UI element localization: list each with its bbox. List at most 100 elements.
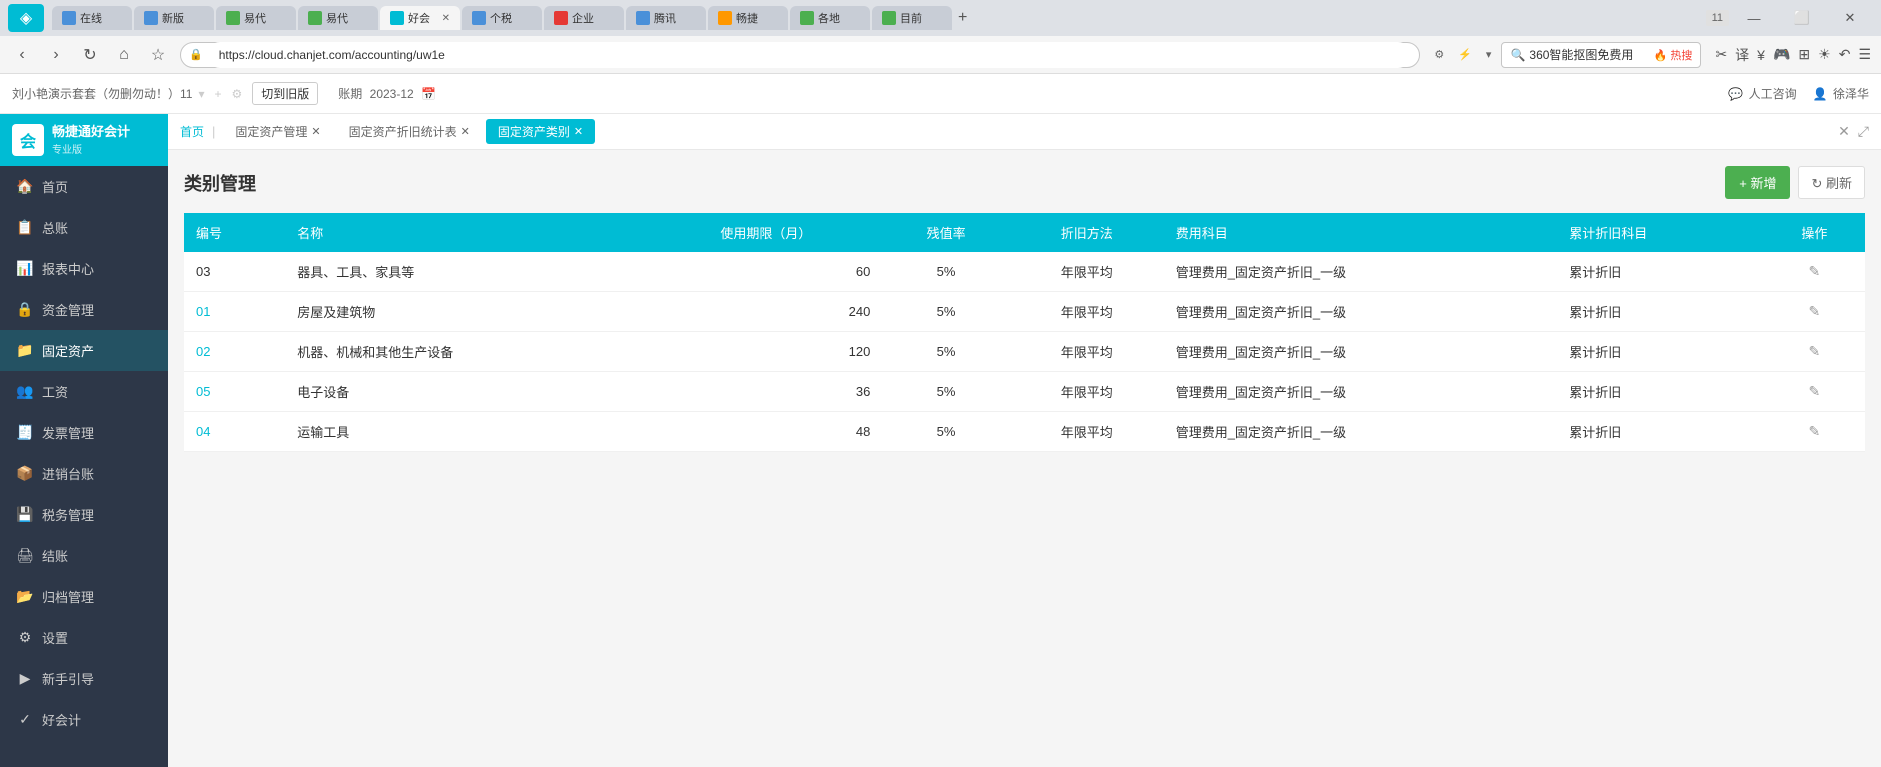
cell-name: 器具、工具、家具等	[285, 252, 649, 292]
sidebar-item-ledger[interactable]: 📋 总账	[0, 207, 168, 248]
cell-period: 120	[650, 332, 883, 372]
maximize-button[interactable]: ⬜	[1779, 0, 1825, 36]
game-icon[interactable]: 🎮	[1773, 46, 1790, 63]
cell-method: 年限平均	[1010, 252, 1164, 292]
tab-close-icon[interactable]: ✕	[461, 125, 470, 138]
reload-button[interactable]: ↻	[78, 45, 102, 65]
breadcrumb-home[interactable]: 首页	[180, 123, 204, 140]
translate-icon[interactable]: 译	[1735, 45, 1749, 65]
cell-action[interactable]: ✎	[1764, 252, 1865, 292]
tab-close-icon[interactable]: ✕	[442, 13, 450, 24]
tab-close-icon[interactable]: ✕	[311, 125, 320, 138]
back-button[interactable]: ‹	[10, 46, 34, 64]
ledger-icon: 📋	[16, 219, 34, 237]
code-link[interactable]: 04	[196, 424, 210, 439]
cell-action[interactable]: ✎	[1764, 332, 1865, 372]
forward-button[interactable]: ›	[44, 46, 68, 64]
cell-residual: 5%	[882, 292, 1010, 332]
consult-button[interactable]: 💬 人工咨询	[1728, 85, 1796, 102]
tax-icon: 💾	[16, 506, 34, 524]
tab-assets-cat[interactable]: 固定资产类别 ✕	[486, 119, 595, 144]
tab-close-icon[interactable]: ✕	[574, 125, 583, 138]
col-residual: 残值率	[882, 213, 1010, 252]
sidebar-item-settings[interactable]: ⚙ 设置	[0, 617, 168, 658]
cell-expense: 管理费用_固定资产折旧_一级	[1164, 252, 1558, 292]
menu-icon[interactable]: ☰	[1858, 46, 1871, 63]
tab-assets-dep[interactable]: 固定资产折旧统计表 ✕	[337, 119, 482, 144]
expand-icon[interactable]: ⤢	[1858, 123, 1869, 140]
undo-icon[interactable]: ↶	[1839, 46, 1851, 63]
calendar-icon[interactable]: 📅	[421, 87, 436, 101]
brightness-icon[interactable]: ☀	[1818, 46, 1831, 63]
tab-assets-mgmt[interactable]: 固定资产管理 ✕	[223, 119, 332, 144]
cut-icon[interactable]: ✂	[1715, 46, 1727, 63]
browser-tab-online[interactable]: 在线	[52, 6, 132, 30]
browser-tab-muqian[interactable]: 目前	[872, 6, 952, 30]
cell-period: 48	[650, 412, 883, 452]
sidebar-item-archive[interactable]: 📂 归档管理	[0, 576, 168, 617]
sidebar-item-assets[interactable]: 📁 固定资产	[0, 330, 168, 371]
minimize-button[interactable]: —	[1731, 0, 1777, 36]
col-method: 折旧方法	[1010, 213, 1164, 252]
cell-method: 年限平均	[1010, 332, 1164, 372]
table-row: 02 机器、机械和其他生产设备 120 5% 年限平均 管理费用_固定资产折旧_…	[184, 332, 1865, 372]
cell-action[interactable]: ✎	[1764, 372, 1865, 412]
code-link[interactable]: 01	[196, 304, 210, 319]
add-button[interactable]: + 新增	[1725, 166, 1790, 199]
grid-icon[interactable]: ⊞	[1798, 46, 1810, 63]
home-button[interactable]: ⌂	[112, 46, 136, 64]
code-link[interactable]: 02	[196, 344, 210, 359]
sidebar-item-settle[interactable]: 🖨 结账	[0, 535, 168, 576]
browser-tab-changjie[interactable]: 畅捷	[708, 6, 788, 30]
code-link[interactable]: 05	[196, 384, 210, 399]
edit-icon[interactable]: ✎	[1808, 303, 1820, 319]
tab-label: 企业	[572, 10, 594, 26]
cell-method: 年限平均	[1010, 292, 1164, 332]
col-expense: 费用科目	[1164, 213, 1558, 252]
page-title: 类别管理	[184, 170, 256, 196]
switch-version-button[interactable]: 切到旧版	[252, 82, 318, 105]
refresh-button[interactable]: ↻ 刷新	[1798, 166, 1865, 199]
edit-icon[interactable]: ✎	[1808, 423, 1820, 439]
sidebar-item-purchase[interactable]: 📦 进销台账	[0, 453, 168, 494]
cell-code: 02	[184, 332, 285, 372]
sidebar-item-home[interactable]: 🏠 首页	[0, 166, 168, 207]
cell-action[interactable]: ✎	[1764, 292, 1865, 332]
cell-code: 05	[184, 372, 285, 412]
cell-code: 04	[184, 412, 285, 452]
browser-tab-tengxun[interactable]: 腾讯	[626, 6, 706, 30]
new-tab-button[interactable]: +	[958, 9, 967, 27]
browser-tab-yidai2[interactable]: 易代	[298, 6, 378, 30]
table-row: 03 器具、工具、家具等 60 5% 年限平均 管理费用_固定资产折旧_一级 累…	[184, 252, 1865, 292]
guide-icon: ▶	[16, 670, 34, 688]
coin-icon[interactable]: ¥	[1757, 47, 1765, 63]
browser-tab-yidai1[interactable]: 易代	[216, 6, 296, 30]
address-input[interactable]	[207, 42, 1412, 68]
cell-residual: 5%	[882, 332, 1010, 372]
sidebar-item-invoice[interactable]: 🧾 发票管理	[0, 412, 168, 453]
sidebar-item-tax[interactable]: 💾 税务管理	[0, 494, 168, 535]
tab-icon	[882, 11, 896, 25]
sidebar-item-report[interactable]: 📊 报表中心	[0, 248, 168, 289]
sidebar-item-salary[interactable]: 👥 工资	[0, 371, 168, 412]
browser-tab-haohuiji[interactable]: 好会 ✕	[380, 6, 460, 30]
sidebar-item-funds[interactable]: 🔒 资金管理	[0, 289, 168, 330]
cell-action[interactable]: ✎	[1764, 412, 1865, 452]
user-avatar[interactable]: 👤 徐泽华	[1813, 85, 1869, 102]
browser-tab-new[interactable]: 新版	[134, 6, 214, 30]
sidebar-item-guide[interactable]: ▶ 新手引导	[0, 658, 168, 699]
edit-icon[interactable]: ✎	[1808, 263, 1820, 279]
browser-tab-gedi[interactable]: 各地	[790, 6, 870, 30]
browser-tab-geshui[interactable]: 个税	[462, 6, 542, 30]
close-button[interactable]: ✕	[1827, 0, 1873, 36]
browser-tab-qiye[interactable]: 企业	[544, 6, 624, 30]
bookmark-button[interactable]: ☆	[146, 45, 170, 65]
cell-expense: 管理费用_固定资产折旧_一级	[1164, 332, 1558, 372]
col-period: 使用期限（月）	[650, 213, 883, 252]
cell-method: 年限平均	[1010, 412, 1164, 452]
edit-icon[interactable]: ✎	[1808, 383, 1820, 399]
edit-icon[interactable]: ✎	[1808, 343, 1820, 359]
sidebar-item-good[interactable]: ✓ 好会计	[0, 699, 168, 740]
close-tab-icon[interactable]: ✕	[1838, 123, 1850, 140]
user-display: 刘小艳演示套套（勿删勿动！）11	[12, 85, 192, 102]
